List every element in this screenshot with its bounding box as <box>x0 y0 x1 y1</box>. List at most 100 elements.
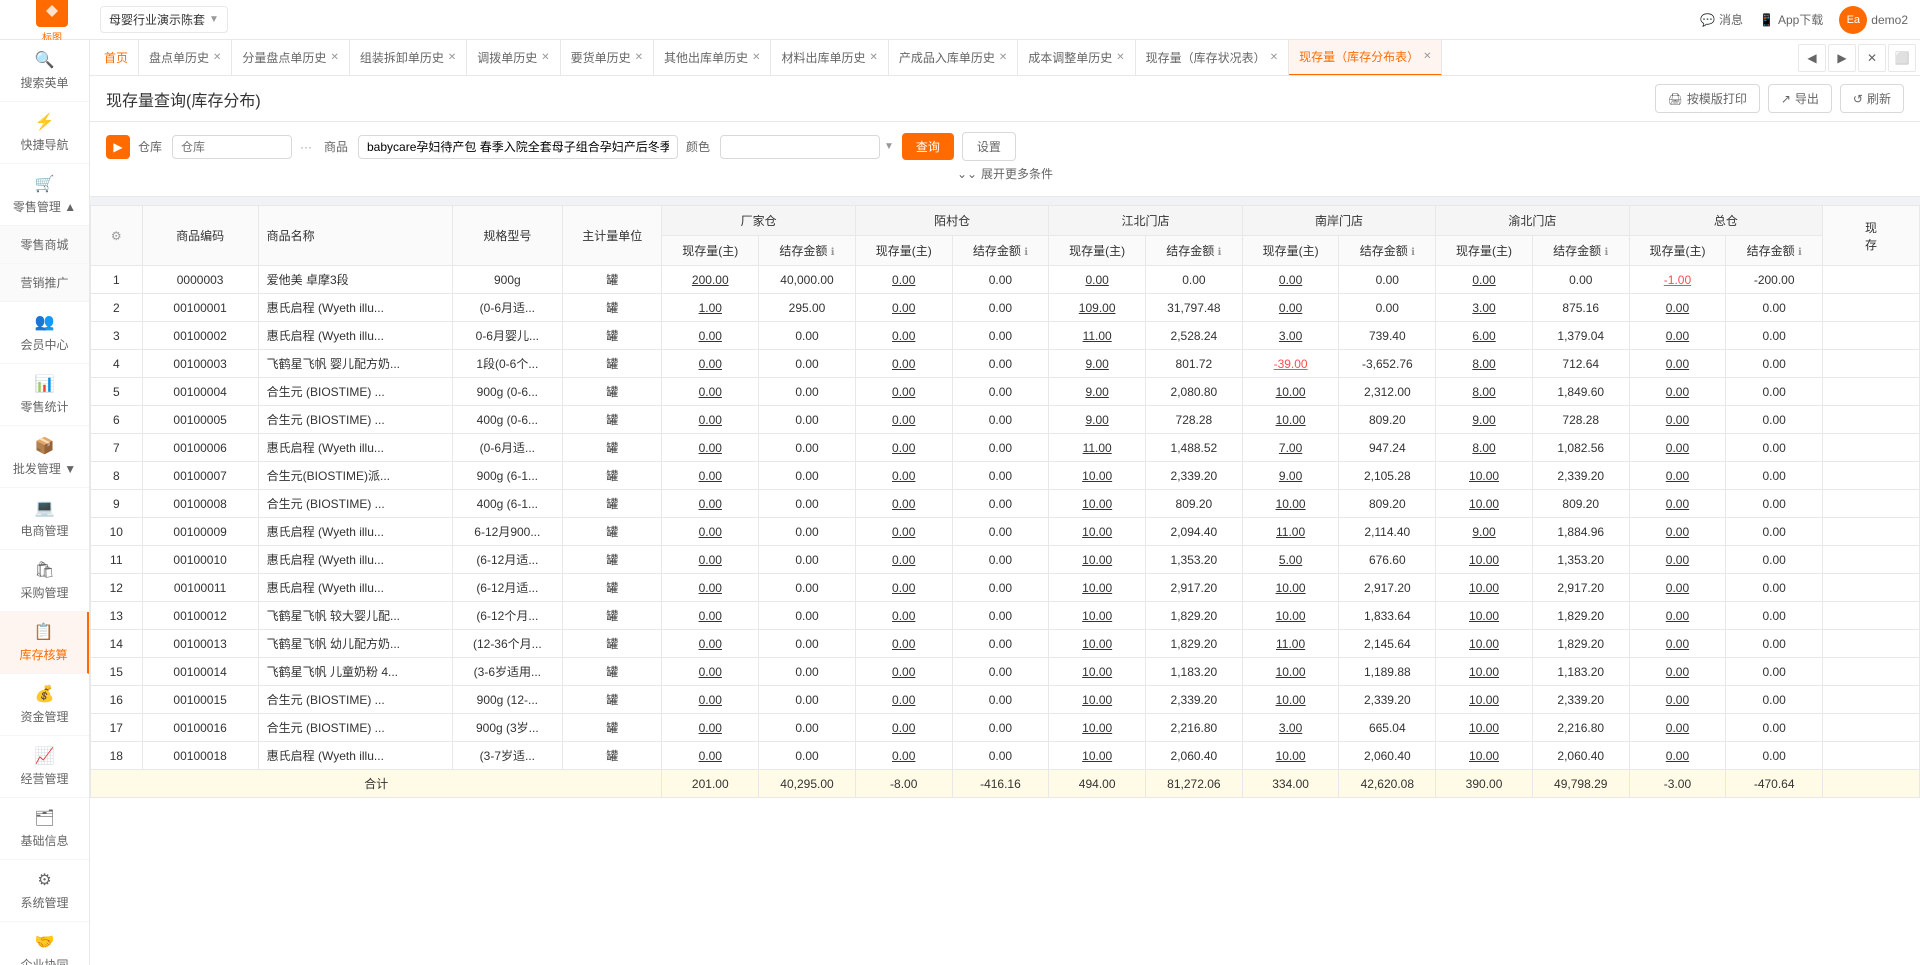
cell-total-stock[interactable]: 0.00 <box>1629 350 1726 378</box>
setting-button[interactable]: 设置 <box>962 132 1016 161</box>
close-icon[interactable]: ✕ <box>541 52 549 63</box>
cell-yube-stock[interactable]: 10.00 <box>1436 630 1533 658</box>
cell-factory-stock[interactable]: 200.00 <box>662 266 759 294</box>
cell-mountain-stock[interactable]: 0.00 <box>855 602 952 630</box>
tab-materialout[interactable]: 材料出库单历史 ✕ <box>771 40 888 76</box>
tab-productin[interactable]: 产成品入库单历史 ✕ <box>889 40 1018 76</box>
cell-nanan-stock[interactable]: 9.00 <box>1242 462 1339 490</box>
cell-total-stock[interactable]: 0.00 <box>1629 602 1726 630</box>
close-icon[interactable]: ✕ <box>1423 51 1431 62</box>
warehouse-dots-button[interactable]: ··· <box>296 140 316 154</box>
close-icon[interactable]: ✕ <box>1270 52 1278 63</box>
tab-stocktake[interactable]: 盘点单历史 ✕ <box>139 40 232 76</box>
cell-yube-stock[interactable]: 10.00 <box>1436 490 1533 518</box>
cell-yube-stock[interactable]: 10.00 <box>1436 602 1533 630</box>
cell-nanan-stock[interactable]: 10.00 <box>1242 378 1339 406</box>
cell-jiangbei-stock[interactable]: 10.00 <box>1049 462 1146 490</box>
tab-home[interactable]: 首页 <box>94 40 139 76</box>
cell-total-stock[interactable]: 0.00 <box>1629 462 1726 490</box>
sidebar-item-finance[interactable]: 💰 资金管理 <box>0 674 89 736</box>
cell-factory-stock[interactable]: 0.00 <box>662 350 759 378</box>
th-settings[interactable]: ⚙ <box>91 206 143 266</box>
tab-costadjust[interactable]: 成本调整单历史 ✕ <box>1018 40 1135 76</box>
cell-mountain-stock[interactable]: 0.00 <box>855 350 952 378</box>
cell-nanan-stock[interactable]: 7.00 <box>1242 434 1339 462</box>
cell-yube-stock[interactable]: 0.00 <box>1436 266 1533 294</box>
color-input[interactable] <box>720 135 880 159</box>
cell-jiangbei-stock[interactable]: 10.00 <box>1049 714 1146 742</box>
cell-yube-stock[interactable]: 9.00 <box>1436 518 1533 546</box>
cell-nanan-stock[interactable]: -39.00 <box>1242 350 1339 378</box>
cell-mountain-stock[interactable]: 0.00 <box>855 490 952 518</box>
sidebar-item-member[interactable]: 👥 会员中心 <box>0 302 89 364</box>
cell-yube-stock[interactable]: 10.00 <box>1436 462 1533 490</box>
tab-otherout[interactable]: 其他出库单历史 ✕ <box>654 40 771 76</box>
search-button[interactable]: 查询 <box>902 133 954 160</box>
cell-total-stock[interactable]: 0.00 <box>1629 434 1726 462</box>
cell-factory-stock[interactable]: 0.00 <box>662 378 759 406</box>
cell-total-stock[interactable]: 0.00 <box>1629 546 1726 574</box>
cell-jiangbei-stock[interactable]: 9.00 <box>1049 378 1146 406</box>
cell-nanan-stock[interactable]: 10.00 <box>1242 574 1339 602</box>
cell-nanan-stock[interactable]: 11.00 <box>1242 518 1339 546</box>
tab-requisition[interactable]: 要货单历史 ✕ <box>561 40 654 76</box>
cell-total-stock[interactable]: 0.00 <box>1629 378 1726 406</box>
sidebar-item-retail[interactable]: 🛒 零售管理 ▲ <box>0 164 89 226</box>
cell-jiangbei-stock[interactable]: 9.00 <box>1049 406 1146 434</box>
sidebar-item-inventory[interactable]: 📋 库存核算 <box>0 612 89 674</box>
cell-mountain-stock[interactable]: 0.00 <box>855 714 952 742</box>
close-icon[interactable]: ✕ <box>999 52 1007 63</box>
cell-jiangbei-stock[interactable]: 0.00 <box>1049 266 1146 294</box>
refresh-button[interactable]: ↺ 刷新 <box>1840 84 1904 113</box>
user-profile[interactable]: Ea demo2 <box>1839 6 1908 34</box>
cell-factory-stock[interactable]: 0.00 <box>662 518 759 546</box>
close-icon[interactable]: ✕ <box>448 52 456 63</box>
cell-total-stock[interactable]: 0.00 <box>1629 406 1726 434</box>
cell-mountain-stock[interactable]: 0.00 <box>855 630 952 658</box>
cell-nanan-stock[interactable]: 0.00 <box>1242 266 1339 294</box>
cell-total-stock[interactable]: 0.00 <box>1629 686 1726 714</box>
cell-mountain-stock[interactable]: 0.00 <box>855 322 952 350</box>
cell-nanan-stock[interactable]: 11.00 <box>1242 630 1339 658</box>
close-icon[interactable]: ✕ <box>752 52 760 63</box>
sidebar-item-ops[interactable]: 📈 经营管理 <box>0 736 89 798</box>
cell-jiangbei-stock[interactable]: 10.00 <box>1049 574 1146 602</box>
cell-yube-stock[interactable]: 3.00 <box>1436 294 1533 322</box>
sidebar-item-ecom[interactable]: 💻 电商管理 <box>0 488 89 550</box>
collapse-button[interactable]: ▶ <box>106 135 130 159</box>
sidebar-item-retail-mall[interactable]: 零售商城 <box>0 226 89 264</box>
cell-mountain-stock[interactable]: 0.00 <box>855 462 952 490</box>
cell-nanan-stock[interactable]: 3.00 <box>1242 322 1339 350</box>
tab-next-button[interactable]: ▶ <box>1828 44 1856 72</box>
tab-close-button[interactable]: ✕ <box>1858 44 1886 72</box>
cell-nanan-stock[interactable]: 10.00 <box>1242 686 1339 714</box>
cell-mountain-stock[interactable]: 0.00 <box>855 378 952 406</box>
cell-yube-stock[interactable]: 10.00 <box>1436 686 1533 714</box>
cell-factory-stock[interactable]: 0.00 <box>662 602 759 630</box>
sidebar-item-corp[interactable]: 🤝 企业协同 <box>0 922 89 965</box>
cell-mountain-stock[interactable]: 0.00 <box>855 294 952 322</box>
cell-yube-stock[interactable]: 10.00 <box>1436 714 1533 742</box>
expand-conditions-button[interactable]: ⌄⌄ 展开更多条件 <box>106 161 1904 186</box>
tab-adjust[interactable]: 调拨单历史 ✕ <box>467 40 560 76</box>
cell-factory-stock[interactable]: 0.00 <box>662 322 759 350</box>
cell-factory-stock[interactable]: 0.00 <box>662 630 759 658</box>
cell-jiangbei-stock[interactable]: 10.00 <box>1049 490 1146 518</box>
cell-jiangbei-stock[interactable]: 11.00 <box>1049 434 1146 462</box>
cell-total-stock[interactable]: 0.00 <box>1629 518 1726 546</box>
tab-assemble[interactable]: 组装拆卸单历史 ✕ <box>350 40 467 76</box>
message-action[interactable]: 💬 消息 <box>1700 11 1743 28</box>
cell-total-stock[interactable]: 0.00 <box>1629 322 1726 350</box>
cell-mountain-stock[interactable]: 0.00 <box>855 518 952 546</box>
cell-mountain-stock[interactable]: 0.00 <box>855 266 952 294</box>
tab-prev-button[interactable]: ◀ <box>1798 44 1826 72</box>
cell-jiangbei-stock[interactable]: 10.00 <box>1049 602 1146 630</box>
cell-nanan-stock[interactable]: 10.00 <box>1242 602 1339 630</box>
sidebar-item-wholesale[interactable]: 📦 批发管理 ▼ <box>0 426 89 488</box>
cell-jiangbei-stock[interactable]: 10.00 <box>1049 658 1146 686</box>
tab-inventory2[interactable]: 现存量（库存分布表） ✕ <box>1289 40 1442 76</box>
sidebar-item-purchase[interactable]: 🛍 采购管理 <box>0 550 89 612</box>
sidebar-item-marketing[interactable]: 营销推广 <box>0 264 89 302</box>
close-icon[interactable]: ✕ <box>1116 52 1124 63</box>
tab-inventory1[interactable]: 现存量（库存状况表） ✕ <box>1136 40 1289 76</box>
